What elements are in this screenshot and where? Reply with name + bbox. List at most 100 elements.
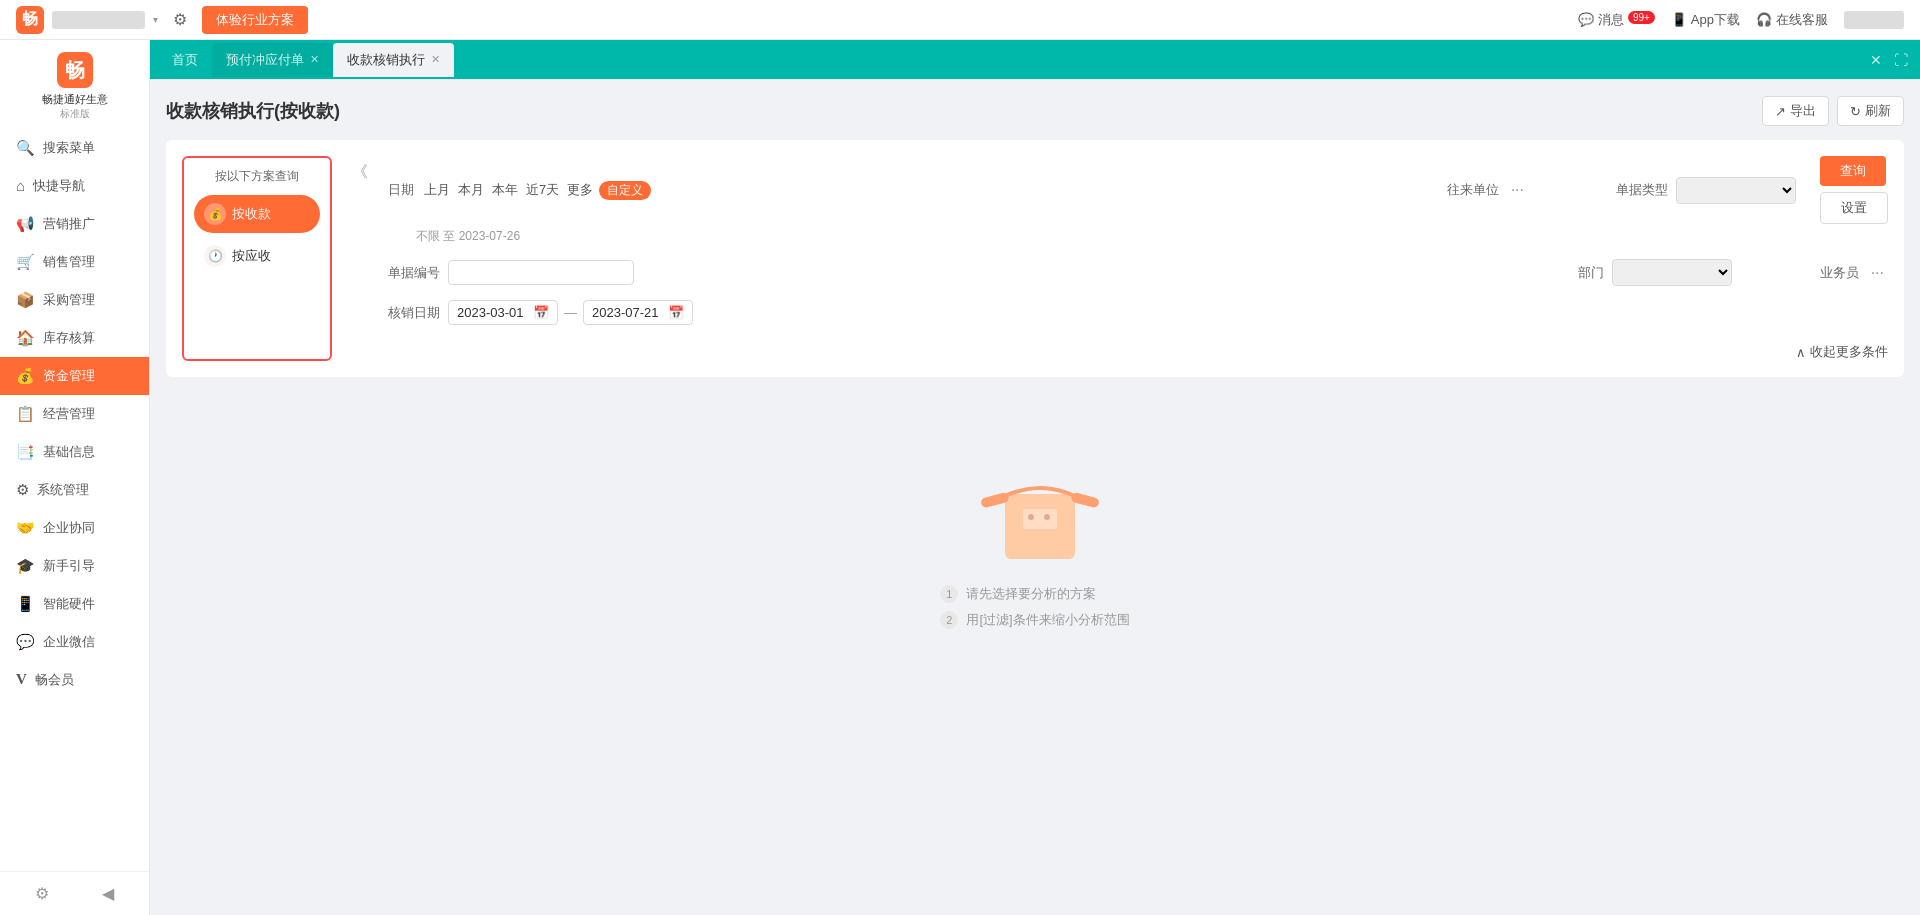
sidebar-item-purchase[interactable]: 📦 采购管理: [0, 281, 149, 319]
member-icon: V: [16, 671, 27, 688]
sidebar-item-enterprise[interactable]: 🤝 企业协同: [0, 509, 149, 547]
app-icon: 📱: [1671, 12, 1687, 27]
chevron-down-icon[interactable]: ▾: [153, 14, 158, 25]
order-type-label: 单据类型: [1616, 181, 1668, 199]
service-icon: 🎧: [1756, 12, 1772, 27]
hardware-icon: 📱: [16, 595, 35, 613]
filter-group-order-type: 单据类型: [1616, 177, 1796, 204]
date-no-limit: 不限 至 2023-07-26: [416, 228, 1888, 245]
sidebar-item-search[interactable]: 🔍 搜索菜单: [0, 129, 149, 167]
empty-illustration: [975, 449, 1095, 569]
date-more[interactable]: 更多: [565, 180, 595, 200]
content-area: 首页 预付冲应付单 ✕ 收款核销执行 ✕ ✕ ⛶ 收款核销执行(按收款): [150, 40, 1920, 915]
industry-btn[interactable]: 体验行业方案: [202, 6, 308, 34]
sidebar-item-member[interactable]: V 畅会员: [0, 661, 149, 699]
tab-home[interactable]: 首页: [158, 43, 212, 77]
refresh-btn[interactable]: ↻ 刷新: [1837, 96, 1904, 126]
blurred-user: [52, 11, 145, 29]
app-download-btn[interactable]: 📱 App下载: [1671, 11, 1740, 29]
writeoff-date-start[interactable]: 2023-03-01 📅: [448, 300, 558, 325]
writeoff-date-end[interactable]: 2023-07-21 📅: [583, 300, 693, 325]
page-content: 收款核销执行(按收款) ↗ 导出 ↻ 刷新 按以下方案查询: [150, 80, 1920, 915]
sidebar-item-tutorial[interactable]: 🎓 新手引导: [0, 547, 149, 585]
query-btn-area: 查询 设置: [1820, 156, 1888, 224]
filter-option-receivable-label: 按应收: [232, 247, 271, 265]
sidebar-item-marketing[interactable]: 📢 营销推广: [0, 205, 149, 243]
date-this-month[interactable]: 本月: [456, 180, 486, 200]
query-btn[interactable]: 查询: [1820, 156, 1886, 186]
date-shortcuts: 上月 本月 本年 近7天 更多 自定义: [422, 180, 651, 200]
tutorial-icon: 🎓: [16, 557, 35, 575]
operations-icon: 📋: [16, 405, 35, 423]
sidebar-item-label: 营销推广: [43, 215, 95, 233]
message-btn[interactable]: 💬 消息 99+: [1578, 11, 1655, 29]
sidebar-item-label: 智能硬件: [43, 595, 95, 613]
filter-group-date: 日期 上月 本月 本年 近7天 更多 自定义: [388, 180, 651, 200]
user-display[interactable]: [1844, 11, 1904, 29]
filter-group-staff: 业务员 ···: [1820, 264, 1888, 282]
main-layout: 畅 畅捷通好生意 标准版 🔍 搜索菜单 ⌂ 快捷导航 📢 营销推广 🛒 销售管理…: [0, 40, 1920, 915]
search-icon: 🔍: [16, 139, 35, 157]
staff-dots[interactable]: ···: [1867, 264, 1888, 282]
tab-maximize-btn[interactable]: ⛶: [1890, 48, 1912, 72]
settings-icon[interactable]: ⚙: [166, 6, 194, 34]
tab-prepay-close[interactable]: ✕: [310, 53, 319, 66]
sidebar-item-quick-nav[interactable]: ⌂ 快捷导航: [0, 167, 149, 205]
hint-num-1: 1: [940, 585, 958, 603]
page-title: 收款核销执行(按收款): [166, 99, 340, 123]
tab-prepay[interactable]: 预付冲应付单 ✕: [212, 43, 333, 77]
page-actions: ↗ 导出 ↻ 刷新: [1762, 96, 1904, 126]
tab-home-label: 首页: [172, 51, 198, 69]
dept-select[interactable]: [1612, 259, 1732, 286]
sidebar-item-label: 搜索菜单: [43, 139, 95, 157]
marketing-icon: 📢: [16, 215, 35, 233]
tab-close-all-btn[interactable]: ✕: [1866, 48, 1886, 72]
filter-option-by-receivable[interactable]: 🕐 按应收: [194, 237, 320, 275]
message-badge: 99+: [1628, 11, 1655, 24]
sidebar-item-inventory[interactable]: 🏠 库存核算: [0, 319, 149, 357]
date-7days[interactable]: 近7天: [524, 180, 561, 200]
tab-writeoff-close[interactable]: ✕: [431, 53, 440, 66]
sidebar-item-finance[interactable]: 💰 资金管理: [0, 357, 149, 395]
date-last-month[interactable]: 上月: [422, 180, 452, 200]
order-num-input[interactable]: [448, 260, 634, 285]
export-icon: ↗: [1775, 104, 1786, 119]
sidebar-collapse-btn[interactable]: ◀: [98, 880, 118, 907]
tab-writeoff[interactable]: 收款核销执行 ✕: [333, 43, 454, 77]
collapse-more-btn[interactable]: ∧ 收起更多条件: [1796, 343, 1888, 361]
online-service-label: 在线客服: [1776, 11, 1828, 29]
sidebar-item-wechat[interactable]: 💬 企业微信: [0, 623, 149, 661]
sidebar-item-label: 企业微信: [43, 633, 95, 651]
sidebar-item-operations[interactable]: 📋 经营管理: [0, 395, 149, 433]
sidebar-item-system[interactable]: ⚙ 系统管理: [0, 471, 149, 509]
online-service-btn[interactable]: 🎧 在线客服: [1756, 11, 1828, 29]
filter-settings-btn[interactable]: 设置: [1820, 192, 1888, 224]
filter-group-writeoff-date: 核销日期 2023-03-01 📅 — 2023-07-21 📅: [388, 300, 693, 325]
sidebar-logo: 畅: [57, 52, 93, 88]
empty-state: 1 请先选择要分析的方案 2 用[过滤]条件来缩小分析范围: [166, 389, 1904, 689]
tab-writeoff-label: 收款核销执行: [347, 51, 425, 69]
sidebar-item-label: 库存核算: [43, 329, 95, 347]
panel-collapse-btn[interactable]: 《: [348, 158, 372, 187]
svg-point-4: [1028, 514, 1034, 520]
sidebar-item-label: 经营管理: [43, 405, 95, 423]
partner-dots[interactable]: ···: [1507, 181, 1528, 199]
sidebar-item-basic-info[interactable]: 📑 基础信息: [0, 433, 149, 471]
filter-group-order-num: 单据编号: [388, 260, 634, 285]
calendar-end-icon: 📅: [668, 305, 684, 320]
sidebar-item-hardware[interactable]: 📱 智能硬件: [0, 585, 149, 623]
filter-row-2: 单据编号 部门 业务员 ···: [388, 259, 1888, 286]
sidebar-settings-btn[interactable]: ⚙: [31, 880, 53, 907]
receivable-icon: 🕐: [204, 245, 226, 267]
date-separator: —: [564, 305, 577, 320]
brand-logo: 畅: [16, 6, 44, 34]
tab-bar-actions: ✕ ⛶: [1866, 48, 1912, 72]
date-custom-tag[interactable]: 自定义: [599, 181, 651, 200]
filter-option-by-receipt[interactable]: 💰 按收款: [194, 195, 320, 233]
sidebar-item-sales[interactable]: 🛒 销售管理: [0, 243, 149, 281]
svg-point-5: [1044, 514, 1050, 520]
export-btn[interactable]: ↗ 导出: [1762, 96, 1829, 126]
date-this-year[interactable]: 本年: [490, 180, 520, 200]
hint-num-2: 2: [940, 611, 958, 629]
order-type-select[interactable]: [1676, 177, 1796, 204]
